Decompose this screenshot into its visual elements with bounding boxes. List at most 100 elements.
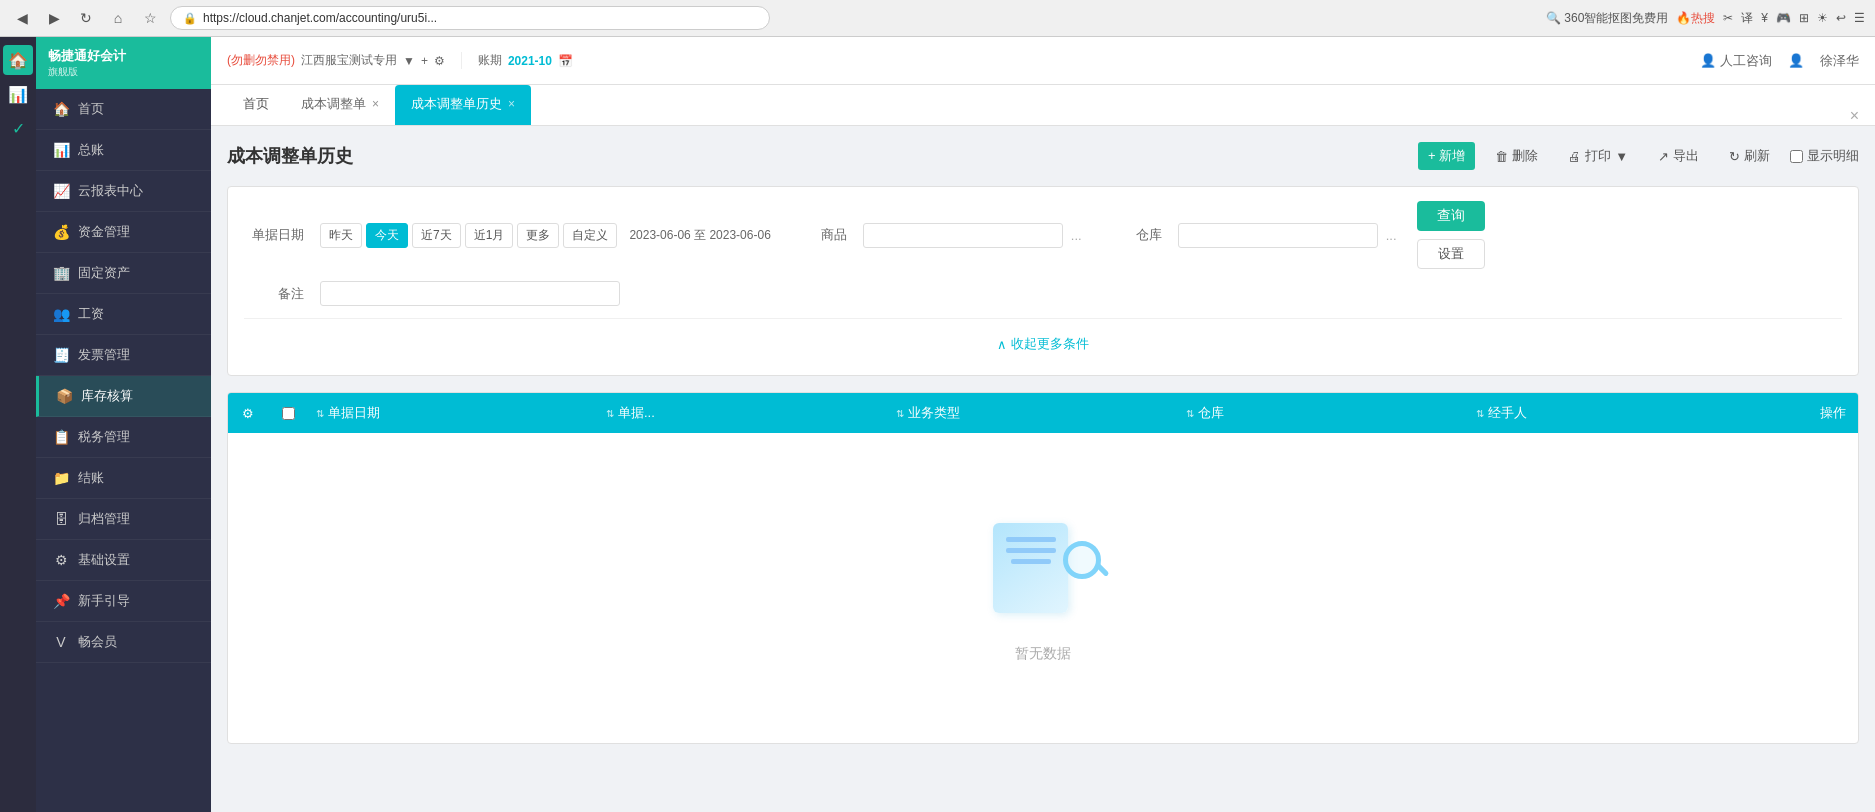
- address-bar[interactable]: 🔒 https://cloud.chanjet.com/accounting/u…: [170, 6, 770, 30]
- page-actions: + 新增 🗑 删除 🖨 打印 ▼ ↗ 导出 ↻: [1418, 142, 1859, 170]
- print-dropdown-icon[interactable]: ▼: [1615, 149, 1628, 164]
- table-checkbox-all[interactable]: [268, 407, 308, 420]
- sidebar-item-member[interactable]: V 畅会员: [36, 622, 211, 663]
- table-settings-icon[interactable]: ⚙: [228, 406, 268, 421]
- th-date-label: 单据日期: [328, 404, 380, 422]
- browser-tool-scissors[interactable]: ✂: [1723, 11, 1733, 25]
- date-btn-custom[interactable]: 自定义: [563, 223, 617, 248]
- date-btn-yesterday[interactable]: 昨天: [320, 223, 362, 248]
- doc-line-3: [1011, 559, 1051, 564]
- nav-logo-text: 畅捷通好会计: [48, 47, 126, 65]
- top-bar: (勿删勿禁用) 江西服宝测试专用 ▼ + ⚙ 账期 2021-10 📅 👤 人工…: [211, 37, 1875, 85]
- collapse-button[interactable]: ∧ 收起更多条件: [989, 327, 1097, 361]
- show-detail-checkbox[interactable]: [1790, 150, 1803, 163]
- browser-tool-grid[interactable]: ⊞: [1799, 11, 1809, 25]
- sidebar-item-inventory[interactable]: 📦 库存核算: [36, 376, 211, 417]
- add-company-btn[interactable]: +: [421, 54, 428, 68]
- goods-filter-label: 商品: [787, 226, 847, 244]
- browser-tool-translate[interactable]: 译: [1741, 10, 1753, 27]
- settings-button[interactable]: 设置: [1417, 239, 1485, 269]
- tab-cost-adjust[interactable]: 成本调整单 ×: [285, 85, 395, 125]
- th-handler-sort-icon: ⇅: [1476, 408, 1484, 419]
- table-container: ⚙ ⇅ 单据日期 ⇅ 单据... ⇅ 业务类型: [227, 392, 1859, 744]
- period-info: 账期 2021-10 📅: [478, 52, 573, 69]
- tab-cost-adjust-history[interactable]: 成本调整单历史 ×: [395, 85, 531, 125]
- browser-tool-sun[interactable]: ☀: [1817, 11, 1828, 25]
- home-button[interactable]: ⌂: [106, 6, 130, 30]
- date-btn-1month[interactable]: 近1月: [465, 223, 514, 248]
- show-detail-checkbox-label[interactable]: 显示明细: [1790, 147, 1859, 165]
- sidebar-item-reports[interactable]: 📈 云报表中心: [36, 171, 211, 212]
- th-biz-type[interactable]: ⇅ 业务类型: [888, 404, 1178, 422]
- sidebar-item-guide[interactable]: 📌 新手引导: [36, 581, 211, 622]
- filter-section: 单据日期 昨天 今天 近7天 近1月 更多 自定义 2023-06-06 至 2…: [227, 186, 1859, 376]
- calendar-icon[interactable]: 📅: [558, 54, 573, 68]
- goods-filter-dots[interactable]: ...: [1067, 228, 1086, 243]
- icon-sidebar-item-3[interactable]: ✓: [3, 113, 33, 143]
- sidebar-item-archive[interactable]: 🗄 归档管理: [36, 499, 211, 540]
- nav-sidebar: 畅捷通好会计 旗舰版 🏠 首页 📊 总账 📈 云报表中心 💰 资金管理 🏢 固定…: [36, 37, 211, 812]
- period-label: 账期: [478, 52, 502, 69]
- browser-tool-hotsearch[interactable]: 🔥热搜: [1676, 10, 1715, 27]
- company-settings-icon[interactable]: ⚙: [434, 54, 445, 68]
- remark-filter-label: 备注: [244, 285, 304, 303]
- browser-tool-menu[interactable]: ☰: [1854, 11, 1865, 25]
- sidebar-item-fixed-assets[interactable]: 🏢 固定资产: [36, 253, 211, 294]
- bookmark-button[interactable]: ☆: [138, 6, 162, 30]
- browser-tool-game[interactable]: 🎮: [1776, 11, 1791, 25]
- delete-button[interactable]: 🗑 删除: [1485, 142, 1548, 170]
- doc-line-1: [1006, 537, 1056, 542]
- sidebar-item-tax[interactable]: 📋 税务管理: [36, 417, 211, 458]
- sidebar-item-settings[interactable]: ⚙ 基础设置: [36, 540, 211, 581]
- settings-icon: ⚙: [52, 552, 70, 568]
- query-button[interactable]: 查询: [1417, 201, 1485, 231]
- browser-tool-wallet[interactable]: ¥: [1761, 11, 1768, 25]
- th-warehouse[interactable]: ⇅ 仓库: [1178, 404, 1468, 422]
- close-all-tabs-btn[interactable]: ×: [1850, 107, 1859, 125]
- refresh-button[interactable]: ↻ 刷新: [1719, 142, 1780, 170]
- warehouse-filter-input[interactable]: [1178, 223, 1378, 248]
- sidebar-item-ledger[interactable]: 📊 总账: [36, 130, 211, 171]
- sidebar-item-invoice[interactable]: 🧾 发票管理: [36, 335, 211, 376]
- forward-button[interactable]: ▶: [42, 6, 66, 30]
- filter-date-row: 单据日期 昨天 今天 近7天 近1月 更多 自定义 2023-06-06 至 2…: [244, 201, 1842, 269]
- print-button[interactable]: 🖨 打印 ▼: [1558, 142, 1638, 170]
- date-btn-7days[interactable]: 近7天: [412, 223, 461, 248]
- sidebar-item-payroll-label: 工资: [78, 305, 104, 323]
- icon-sidebar-item-active[interactable]: 🏠: [3, 45, 33, 75]
- date-btn-today[interactable]: 今天: [366, 223, 408, 248]
- th-warehouse-label: 仓库: [1198, 404, 1224, 422]
- tab-cost-adjust-history-close[interactable]: ×: [508, 97, 515, 111]
- browser-tool-undo[interactable]: ↩: [1836, 11, 1846, 25]
- date-btn-more[interactable]: 更多: [517, 223, 559, 248]
- company-dropdown-icon[interactable]: ▼: [403, 54, 415, 68]
- back-button[interactable]: ◀: [10, 6, 34, 30]
- nav-logo-sub: 旗舰版: [48, 65, 126, 79]
- th-date[interactable]: ⇅ 单据日期: [308, 404, 598, 422]
- sidebar-item-payroll[interactable]: 👥 工资: [36, 294, 211, 335]
- sidebar-item-home[interactable]: 🏠 首页: [36, 89, 211, 130]
- sidebar-item-closing[interactable]: 📁 结账: [36, 458, 211, 499]
- reload-button[interactable]: ↻: [74, 6, 98, 30]
- consult-btn[interactable]: 👤 人工咨询: [1700, 52, 1772, 70]
- ssl-lock-icon: 🔒: [183, 12, 197, 25]
- warehouse-filter-dots[interactable]: ...: [1382, 228, 1401, 243]
- home-icon: 🏠: [52, 101, 70, 117]
- empty-state: 暂无数据: [228, 433, 1858, 743]
- tab-cost-adjust-close[interactable]: ×: [372, 97, 379, 111]
- member-icon: V: [52, 634, 70, 650]
- remark-filter-input[interactable]: [320, 281, 620, 306]
- export-button[interactable]: ↗ 导出: [1648, 142, 1709, 170]
- add-button[interactable]: + 新增: [1418, 142, 1475, 170]
- th-handler[interactable]: ⇅ 经手人: [1468, 404, 1758, 422]
- select-all-checkbox[interactable]: [282, 407, 295, 420]
- sidebar-item-funds[interactable]: 💰 资金管理: [36, 212, 211, 253]
- empty-text: 暂无数据: [1015, 645, 1071, 663]
- th-number[interactable]: ⇅ 单据...: [598, 404, 888, 422]
- icon-sidebar-item-2[interactable]: 📊: [3, 79, 33, 109]
- goods-filter-input[interactable]: [863, 223, 1063, 248]
- sidebar-item-fixed-assets-label: 固定资产: [78, 264, 130, 282]
- settings-gear-icon: ⚙: [242, 406, 254, 421]
- tab-home[interactable]: 首页: [227, 85, 285, 125]
- browser-tool-search[interactable]: 🔍 360智能抠图免费用: [1546, 10, 1668, 27]
